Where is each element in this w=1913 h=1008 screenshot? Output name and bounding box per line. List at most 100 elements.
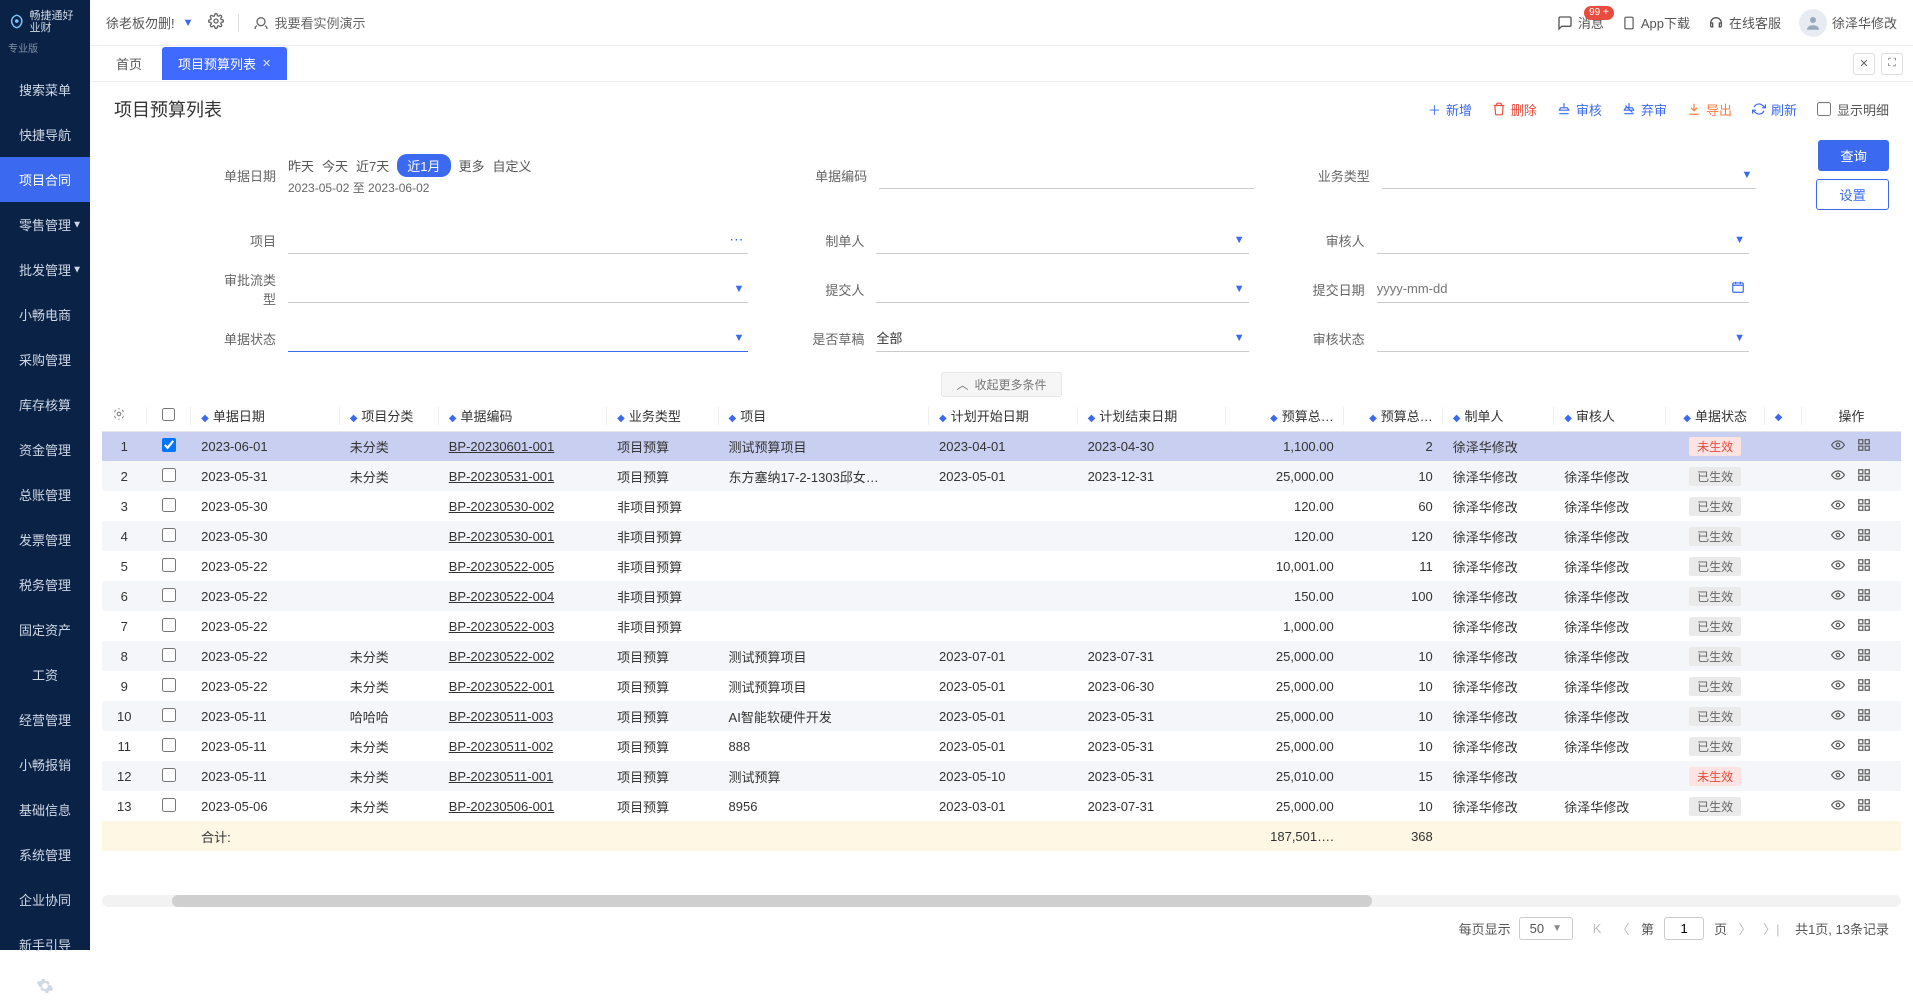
abandon-button[interactable]: 弃审 [1622, 100, 1667, 119]
close-icon[interactable]: ✕ [262, 57, 271, 70]
filter-docstatus-select[interactable]: ▼ [288, 324, 748, 352]
filter-auditstatus-select[interactable]: ▼ [1377, 324, 1749, 352]
more-icon[interactable] [1856, 768, 1872, 784]
row-checkbox[interactable] [147, 611, 192, 641]
table-row[interactable]: 52023-05-22BP-20230522-005非项目预算10,001.00… [102, 551, 1901, 581]
filter-isdraft-select[interactable]: 全部▼ [876, 324, 1248, 352]
col-extra[interactable]: ◆ [1765, 401, 1802, 431]
sidebar-item-16[interactable]: 基础信息 [0, 787, 90, 832]
row-checkbox[interactable] [147, 461, 192, 491]
date-chip-7days[interactable]: 近7天 [356, 156, 389, 175]
sidebar-item-3[interactable]: 零售管理▼ [0, 202, 90, 247]
sidebar-item-2[interactable]: 项目合同 [0, 157, 90, 202]
collapse-filters-button[interactable]: ︿ 收起更多条件 [941, 372, 1061, 397]
view-icon[interactable] [1830, 618, 1846, 634]
doc-code-link[interactable]: BP-20230522-002 [449, 649, 555, 664]
view-icon[interactable] [1830, 558, 1846, 574]
table-row[interactable]: 82023-05-22未分类BP-20230522-002项目预算测试预算项目2… [102, 641, 1901, 671]
filter-project-input[interactable]: ⋯ [288, 226, 748, 254]
page-first-button[interactable]: K [1589, 921, 1605, 936]
table-row[interactable]: 32023-05-30BP-20230530-002非项目预算120.0060徐… [102, 491, 1901, 521]
table-row[interactable]: 102023-05-11哈哈哈BP-20230511-003项目预算AI智能软硬… [102, 701, 1901, 731]
date-chip-yesterday[interactable]: 昨天 [288, 156, 314, 175]
gear-icon[interactable] [208, 13, 224, 32]
col-sum1[interactable]: ◆预算总… [1226, 401, 1344, 431]
tabs-close-all-button[interactable]: ✕ [1853, 53, 1875, 75]
horizontal-scrollbar[interactable] [102, 895, 1901, 907]
doc-code-link[interactable]: BP-20230522-004 [449, 589, 555, 604]
page-size-select[interactable]: 50 ▼ [1519, 917, 1573, 940]
audit-button[interactable]: 审核 [1557, 100, 1602, 119]
filter-flowtype-select[interactable]: ▼ [288, 275, 748, 303]
tabs-fullscreen-button[interactable]: ⛶ [1881, 53, 1903, 75]
sidebar-item-1[interactable]: 快捷导航 [0, 112, 90, 157]
view-icon[interactable] [1830, 528, 1846, 544]
col-end[interactable]: ◆计划结束日期 [1078, 401, 1227, 431]
table-row[interactable]: 72023-05-22BP-20230522-003非项目预算1,000.00徐… [102, 611, 1901, 641]
doc-code-link[interactable]: BP-20230530-002 [449, 499, 555, 514]
column-settings-button[interactable] [102, 401, 147, 431]
doc-code-link[interactable]: BP-20230511-001 [449, 769, 554, 784]
col-auditor[interactable]: ◆审核人 [1554, 401, 1665, 431]
col-sum2[interactable]: ◆预算总… [1344, 401, 1443, 431]
more-icon[interactable] [1856, 678, 1872, 694]
sidebar-item-0[interactable]: 搜索菜单 [0, 67, 90, 112]
sidebar-item-12[interactable]: 固定资产 [0, 607, 90, 652]
sidebar-item-19[interactable]: 新手引导 [0, 922, 90, 967]
col-type[interactable]: ◆业务类型 [607, 401, 718, 431]
tab-budget-list[interactable]: 项目预算列表 ✕ [162, 47, 287, 80]
col-category[interactable]: ◆项目分类 [340, 401, 439, 431]
col-maker[interactable]: ◆制单人 [1443, 401, 1554, 431]
user-menu[interactable]: 徐泽华修改 [1799, 9, 1897, 37]
setting-button[interactable]: 设置 [1816, 179, 1889, 210]
table-row[interactable]: 22023-05-31未分类BP-20230531-001项目预算东方塞纳17-… [102, 461, 1901, 491]
doc-code-link[interactable]: BP-20230506-001 [449, 799, 555, 814]
sidebar-item-10[interactable]: 发票管理 [0, 517, 90, 562]
table-row[interactable]: 112023-05-11未分类BP-20230511-002项目预算888202… [102, 731, 1901, 761]
row-checkbox[interactable] [147, 761, 192, 791]
col-status[interactable]: ◆单据状态 [1666, 401, 1765, 431]
more-icon[interactable] [1856, 798, 1872, 814]
filter-submitter-select[interactable]: ▼ [876, 275, 1248, 303]
date-chip-today[interactable]: 今天 [322, 156, 348, 175]
view-icon[interactable] [1830, 648, 1846, 664]
scrollbar-thumb[interactable] [172, 895, 1372, 907]
sidebar-item-7[interactable]: 库存核算 [0, 382, 90, 427]
sidebar-item-11[interactable]: 税务管理 [0, 562, 90, 607]
doc-code-link[interactable]: BP-20230511-003 [449, 709, 554, 724]
more-icon[interactable] [1856, 708, 1872, 724]
more-icon[interactable] [1856, 498, 1872, 514]
view-icon[interactable] [1830, 678, 1846, 694]
page-next-button[interactable]: 〉 [1737, 919, 1753, 938]
filter-doccode-input[interactable] [879, 161, 1254, 189]
table-row[interactable]: 122023-05-11未分类BP-20230511-001项目预算测试预算20… [102, 761, 1901, 791]
col-code[interactable]: ◆单据编码 [439, 401, 607, 431]
app-download-button[interactable]: App下载 [1622, 13, 1690, 32]
row-checkbox[interactable] [147, 731, 192, 761]
delete-button[interactable]: 删除 [1492, 100, 1537, 119]
more-icon[interactable] [1856, 738, 1872, 754]
row-checkbox[interactable] [147, 641, 192, 671]
doc-code-link[interactable]: BP-20230522-001 [449, 679, 555, 694]
tab-home[interactable]: 首页 [100, 47, 158, 80]
view-icon[interactable] [1830, 738, 1846, 754]
date-chip-more[interactable]: 更多 [459, 156, 485, 175]
view-icon[interactable] [1830, 438, 1846, 454]
doc-code-link[interactable]: BP-20230522-003 [449, 619, 555, 634]
more-icon[interactable] [1856, 648, 1872, 664]
view-icon[interactable] [1830, 798, 1846, 814]
doc-code-link[interactable]: BP-20230601-001 [449, 439, 555, 454]
page-input[interactable] [1664, 917, 1704, 940]
sidebar-item-18[interactable]: 企业协同 [0, 877, 90, 922]
col-start[interactable]: ◆计划开始日期 [929, 401, 1078, 431]
filter-biztype-select[interactable]: ▼ [1382, 161, 1757, 189]
doc-code-link[interactable]: BP-20230530-001 [449, 529, 555, 544]
messages-button[interactable]: 消息 99 + [1557, 13, 1604, 32]
view-icon[interactable] [1830, 498, 1846, 514]
view-icon[interactable] [1830, 768, 1846, 784]
more-icon[interactable] [1856, 558, 1872, 574]
row-checkbox[interactable] [147, 581, 192, 611]
table-row[interactable]: 92023-05-22未分类BP-20230522-001项目预算测试预算项目2… [102, 671, 1901, 701]
row-checkbox[interactable] [147, 551, 192, 581]
row-checkbox[interactable] [147, 491, 192, 521]
